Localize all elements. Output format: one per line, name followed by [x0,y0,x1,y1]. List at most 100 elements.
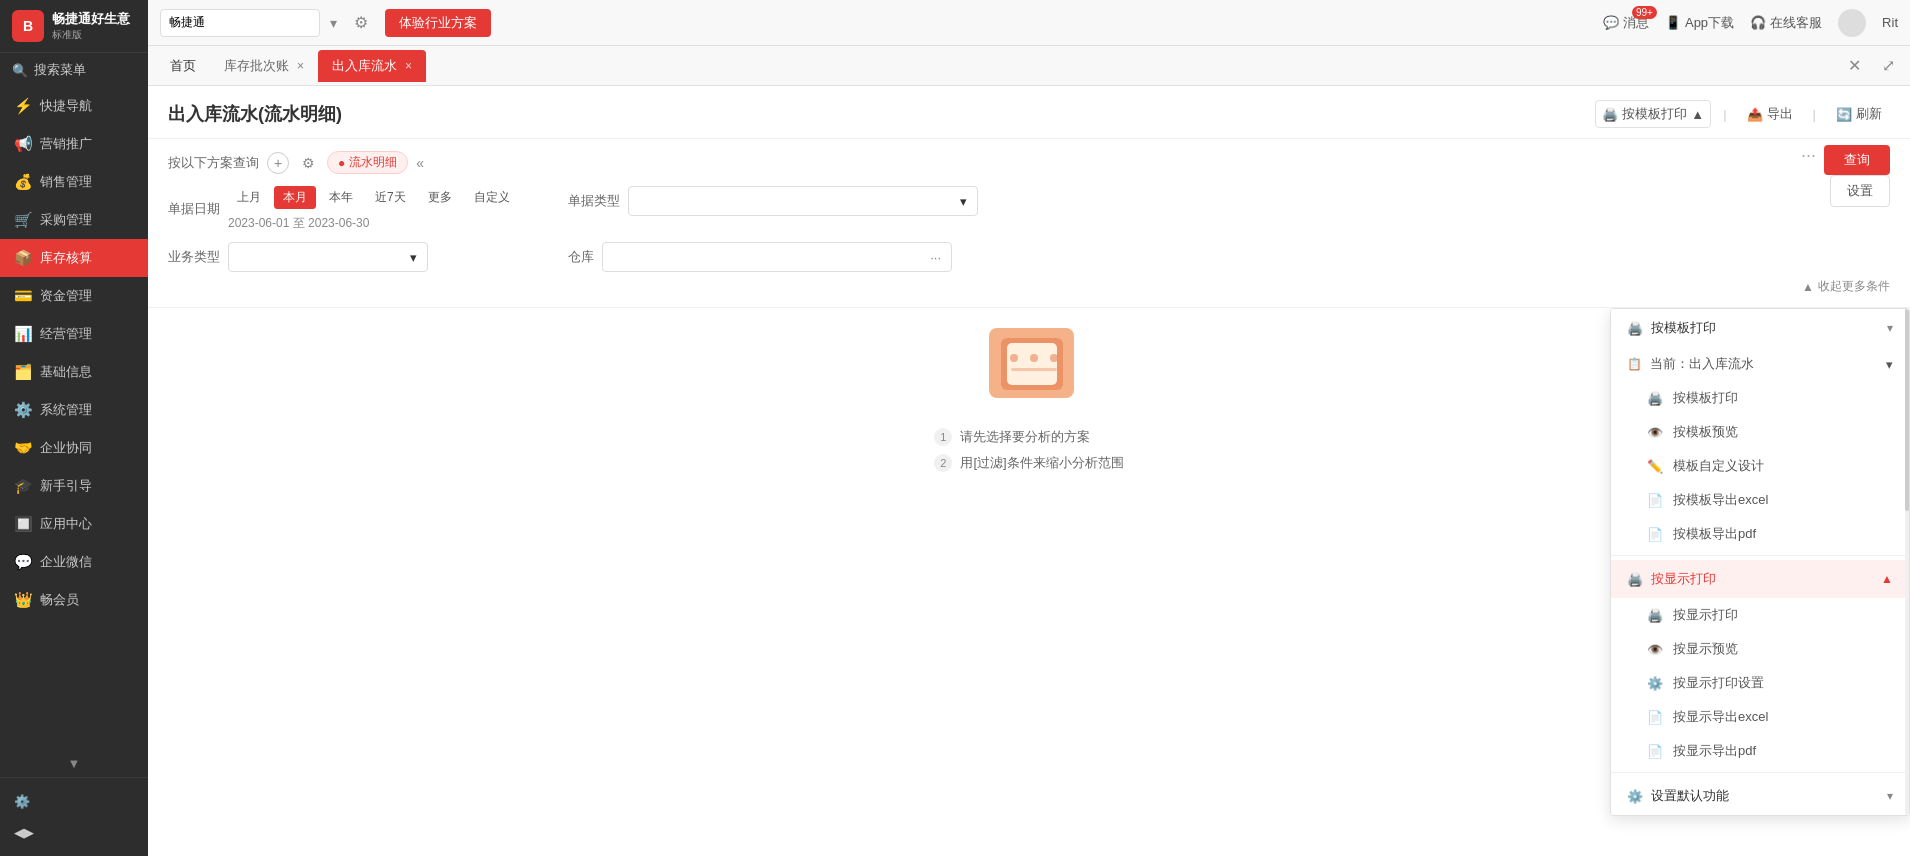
dp-display-excel-icon: 📄 [1647,709,1663,725]
filter-add-btn[interactable]: + [267,152,289,174]
dp-display-print-header[interactable]: 🖨️ 按显示打印 ▲ [1611,560,1909,598]
sidebar-item-guide[interactable]: 🎓 新手引导 [0,467,148,505]
topbar-chevron-icon[interactable]: ▾ [330,15,337,31]
page-header: 出入库流水(流水明细) 🖨️ 按模板打印 ▲ | 📤 导出 | 🔄 刷新 [148,86,1910,138]
dp-current-template[interactable]: 📋 当前：出入库流水 ▾ [1611,347,1909,381]
date-btn-current-year[interactable]: 本年 [320,186,362,209]
sidebar-item-purchase[interactable]: 🛒 采购管理 [0,201,148,239]
username-label[interactable]: Rit [1882,15,1898,30]
dp-template-pdf-item[interactable]: 📄 按模板导出pdf [1611,517,1909,551]
dp-template-print-item[interactable]: 🖨️ 按模板打印 [1611,381,1909,415]
date-btn-last-month[interactable]: 上月 [228,186,270,209]
filter-label: 按以下方案查询 [168,154,259,172]
nav-label: 新手引导 [40,477,92,495]
industry-btn[interactable]: 体验行业方案 [385,9,491,37]
dp-template-excel-label: 按模板导出excel [1673,491,1768,509]
refresh-btn[interactable]: 🔄 刷新 [1828,101,1890,127]
tab-flow-close[interactable]: × [405,59,412,73]
tab-close-all-btn[interactable]: ✕ [1840,52,1868,80]
date-btn-more[interactable]: 更多 [419,186,461,209]
sidebar-item-sales[interactable]: 💰 销售管理 [0,163,148,201]
dp-template-pdf-label: 按模板导出pdf [1673,525,1756,543]
sidebar-bottom-collapse[interactable]: ◀▶ [0,817,148,848]
vip-icon: 👑 [14,591,32,609]
collapse-row: ▲ 收起更多条件 [168,272,1890,295]
dp-template-print-header[interactable]: 🖨️ 按模板打印 ▾ [1611,309,1909,347]
dp-display-preview-label: 按显示预览 [1673,640,1738,658]
sidebar-item-app-center[interactable]: 🔲 应用中心 [0,505,148,543]
dp-template-preview-label: 按模板预览 [1673,423,1738,441]
dp-excel-icon: 📄 [1647,492,1663,508]
settings-btn[interactable]: 设置 [1830,175,1890,207]
dp-scroll-track [1905,309,1909,815]
empty-hint-2: 2 用[过滤]条件来缩小分析范围 [934,454,1123,472]
dp-current-icon: 📋 [1627,357,1642,371]
collapse-more-btn[interactable]: ▲ 收起更多条件 [1802,278,1890,295]
topbar-messages[interactable]: 💬 消息 99+ [1603,14,1649,32]
sidebar-item-finance[interactable]: 💳 资金管理 [0,277,148,315]
sidebar-item-basics[interactable]: 🗂️ 基础信息 [0,353,148,391]
filter-tag-label: 流水明细 [349,154,397,171]
dp-display-settings-icon: ⚙️ [1647,675,1663,691]
page-content: 出入库流水(流水明细) 🖨️ 按模板打印 ▲ | 📤 导出 | 🔄 刷新 [148,86,1910,856]
dp-set-default-icon: ⚙️ [1627,789,1643,804]
print-dropdown-trigger[interactable]: 🖨️ 按模板打印 ▲ [1595,100,1711,128]
tab-flow[interactable]: 出入库流水 × [318,50,426,82]
query-btn[interactable]: 查询 [1824,145,1890,175]
filter-collapse-left-btn[interactable]: « [416,155,424,171]
topbar-customer-service[interactable]: 🎧 在线客服 [1750,14,1822,32]
sidebar-search[interactable]: 🔍 搜索菜单 [0,53,148,87]
sidebar-item-collab[interactable]: 🤝 企业协同 [0,429,148,467]
sidebar-scroll-down[interactable]: ▼ [0,750,148,777]
export-icon: 📤 [1747,107,1763,122]
dp-display-preview-item[interactable]: 👁️ 按显示预览 [1611,632,1909,666]
tab-home[interactable]: 首页 [156,50,210,82]
message-icon: 💬 [1603,15,1619,30]
biztype-select[interactable]: ▾ [228,242,428,272]
date-btn-custom[interactable]: 自定义 [465,186,519,209]
topbar-gear-icon[interactable]: ⚙ [347,9,375,37]
nav-label: 基础信息 [40,363,92,381]
dp-display-print-icon: 🖨️ [1627,572,1643,587]
filter-tag[interactable]: ● 流水明细 [327,151,408,174]
doctype-select[interactable]: ▾ [628,186,978,216]
sidebar-bottom-settings[interactable]: ⚙️ [0,786,148,817]
hint-text-1: 请先选择要分析的方案 [960,428,1090,446]
date-btn-current-month[interactable]: 本月 [274,186,316,209]
sidebar-item-wechat[interactable]: 💬 企业微信 [0,543,148,581]
dp-scrollbar[interactable] [1905,309,1909,815]
tab-batch-account[interactable]: 库存批次账 × [210,50,318,82]
tab-expand-btn[interactable]: ⤢ [1874,52,1902,80]
sidebar-item-quick-nav[interactable]: ⚡ 快捷导航 [0,87,148,125]
filter-area: 按以下方案查询 + ⚙ ● 流水明细 « 单据日期 上月 本月 本年 [148,138,1910,308]
dp-set-default-header[interactable]: ⚙️ 设置默认功能 ▾ [1611,777,1909,815]
sidebar-item-system[interactable]: ⚙️ 系统管理 [0,391,148,429]
export-btn[interactable]: 📤 导出 [1739,101,1801,127]
filter-settings-btn[interactable]: ⚙ [297,152,319,174]
topbar-app-download[interactable]: 📱 App下载 [1665,14,1734,32]
date-btn-last-7[interactable]: 近7天 [366,186,415,209]
sidebar-item-marketing[interactable]: 📢 营销推广 [0,125,148,163]
dp-display-pdf-item[interactable]: 📄 按显示导出pdf [1611,734,1909,768]
sidebar-item-vip[interactable]: 👑 畅会员 [0,581,148,619]
dp-custom-icon: ✏️ [1647,458,1663,474]
dp-display-excel-item[interactable]: 📄 按显示导出excel [1611,700,1909,734]
more-options-icon[interactable]: ··· [1801,145,1816,175]
sidebar-item-operations[interactable]: 📊 经营管理 [0,315,148,353]
user-avatar[interactable] [1838,9,1866,37]
warehouse-select[interactable]: ··· [602,242,952,272]
nav-label: 销售管理 [40,173,92,191]
action-divider: | [1723,107,1726,122]
tab-batch-account-close[interactable]: × [297,59,304,73]
biztype-label: 业务类型 [168,248,220,266]
dp-display-print-label: 按显示打印 [1651,570,1716,588]
dp-display-print-item[interactable]: 🖨️ 按显示打印 [1611,598,1909,632]
bottom-settings-icon: ⚙️ [14,794,30,809]
svg-point-3 [1010,354,1018,362]
dp-template-excel-item[interactable]: 📄 按模板导出excel [1611,483,1909,517]
dp-display-print-settings-item[interactable]: ⚙️ 按显示打印设置 [1611,666,1909,700]
topbar-search-input[interactable] [160,9,320,37]
sidebar-item-inventory[interactable]: 📦 库存核算 [0,239,148,277]
dp-template-custom-item[interactable]: ✏️ 模板自定义设计 [1611,449,1909,483]
dp-template-preview-item[interactable]: 👁️ 按模板预览 [1611,415,1909,449]
